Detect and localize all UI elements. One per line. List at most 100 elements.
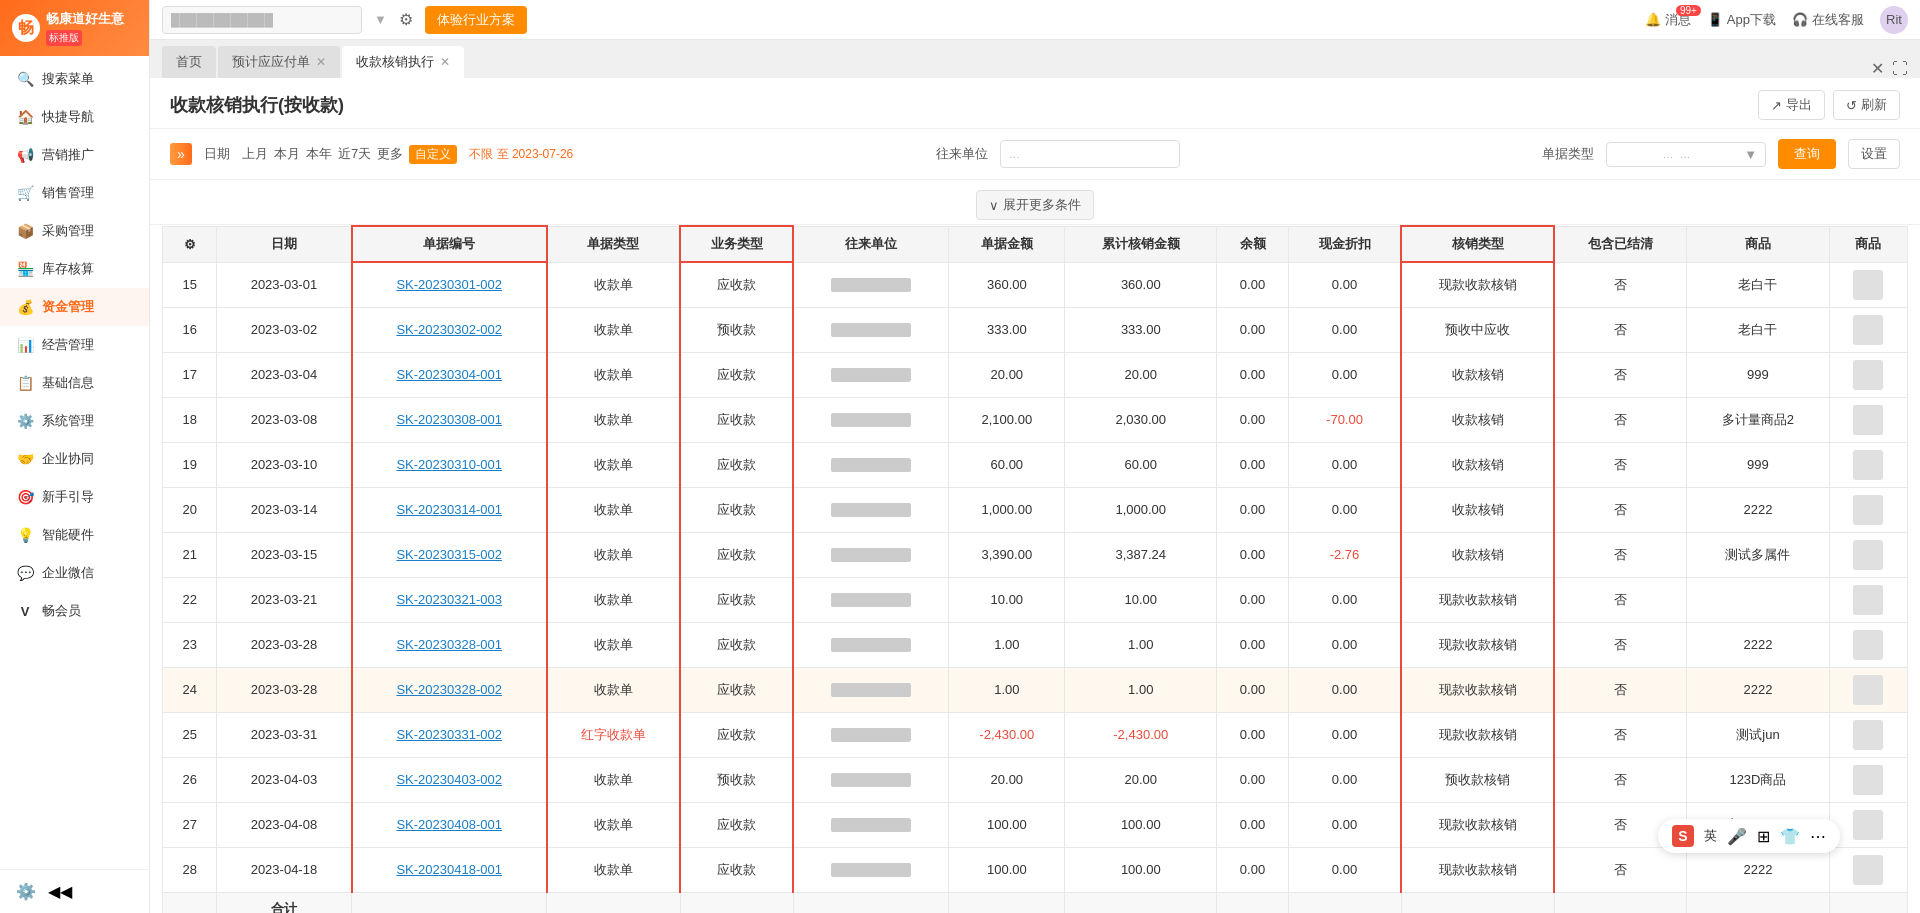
table-row: 252023-03-31SK-20230331-002红字收款单应收款-2,43… bbox=[163, 712, 1908, 757]
sogou-logo: S bbox=[1672, 825, 1694, 847]
refresh-label: 刷新 bbox=[1861, 96, 1887, 114]
tab-close-all-icon[interactable]: ✕ bbox=[1871, 59, 1884, 78]
sidebar: 畅 畅康道好生意 标推版 🔍 搜索菜单 🏠 快捷导航 📢 营销推广 🛒 销售管理… bbox=[0, 0, 150, 913]
col-written-off: 累计核销金额 bbox=[1065, 226, 1217, 262]
sidebar-item-label: 系统管理 bbox=[42, 412, 94, 430]
sidebar-item-hardware[interactable]: 💡 智能硬件 bbox=[0, 516, 149, 554]
col-product2: 商品 bbox=[1829, 226, 1907, 262]
app-download-label: App下载 bbox=[1727, 11, 1776, 29]
info-icon: 📋 bbox=[16, 375, 34, 391]
export-label: 导出 bbox=[1786, 96, 1812, 114]
tab-home[interactable]: 首页 bbox=[162, 46, 216, 78]
sogou-more-icon[interactable]: ⋯ bbox=[1810, 827, 1826, 846]
collapse-icon[interactable]: ◀◀ bbox=[48, 882, 72, 901]
sidebar-item-collab[interactable]: 🤝 企业协同 bbox=[0, 440, 149, 478]
table-row: 202023-03-14SK-20230314-001收款单应收款1,000.0… bbox=[163, 487, 1908, 532]
sidebar-item-label: 快捷导航 bbox=[42, 108, 94, 126]
tab-writeoff-label: 收款核销执行 bbox=[356, 53, 434, 71]
solution-button[interactable]: 体验行业方案 bbox=[425, 6, 527, 34]
sidebar-item-search[interactable]: 🔍 搜索菜单 bbox=[0, 60, 149, 98]
filter-date-this-year[interactable]: 本年 bbox=[306, 145, 332, 163]
phone-icon: 📱 bbox=[1707, 12, 1723, 27]
col-gear[interactable]: ⚙ bbox=[163, 226, 217, 262]
sidebar-item-label: 经营管理 bbox=[42, 336, 94, 354]
col-writeoff-type: 核销类型 bbox=[1401, 226, 1554, 262]
main-content: ████████████ ▼ ⚙ 体验行业方案 🔔 消息 99+ 📱 App下载… bbox=[150, 0, 1920, 913]
filter-expand-button[interactable]: » bbox=[170, 143, 192, 165]
refresh-button[interactable]: ↺ 刷新 bbox=[1833, 90, 1900, 120]
table-summary-row: 合计 bbox=[163, 892, 1908, 913]
col-amount: 单据金额 bbox=[949, 226, 1065, 262]
sidebar-item-system[interactable]: ⚙️ 系统管理 bbox=[0, 402, 149, 440]
tabs-bar: 首页 预计应应付单 ✕ 收款核销执行 ✕ ✕ ⛶ bbox=[150, 40, 1920, 78]
logo-text: 畅康道好生意 标推版 bbox=[46, 10, 124, 46]
page-title: 收款核销执行(按收款) bbox=[170, 93, 344, 117]
filter-doc-type-select[interactable]: …… ▼ bbox=[1606, 142, 1766, 167]
sidebar-item-label: 搜索菜单 bbox=[42, 70, 94, 88]
topbar-right: 🔔 消息 99+ 📱 App下载 🎧 在线客服 Rit bbox=[1645, 6, 1908, 34]
sidebar-item-label: 畅会员 bbox=[42, 602, 81, 620]
tab-expand-icon[interactable]: ⛶ bbox=[1892, 60, 1908, 78]
sidebar-item-sales[interactable]: 🛒 销售管理 bbox=[0, 174, 149, 212]
filter-date-custom-btn[interactable]: 自定义 bbox=[409, 145, 457, 164]
tab-writeoff-close[interactable]: ✕ bbox=[440, 55, 450, 69]
tab-payable-label: 预计应应付单 bbox=[232, 53, 310, 71]
sidebar-item-wechat[interactable]: 💬 企业微信 bbox=[0, 554, 149, 592]
filter-date-last-month[interactable]: 上月 bbox=[242, 145, 268, 163]
table-container: ⚙ 日期 单据编号 单据类型 业务类型 往来单位 单据金额 累计核销金额 余额 … bbox=[150, 225, 1920, 913]
sidebar-item-basic-info[interactable]: 📋 基础信息 bbox=[0, 364, 149, 402]
topbar-search-placeholder: ████████████ bbox=[171, 13, 273, 27]
sidebar-item-member[interactable]: V 畅会员 bbox=[0, 592, 149, 630]
expand-more-button[interactable]: ∨ 展开更多条件 bbox=[976, 190, 1094, 220]
tab-payable-close[interactable]: ✕ bbox=[316, 55, 326, 69]
col-cash-discount: 现金折扣 bbox=[1289, 226, 1402, 262]
online-service-link[interactable]: 🎧 在线客服 bbox=[1792, 11, 1864, 29]
settings-gear-icon[interactable]: ⚙️ bbox=[16, 882, 36, 901]
sidebar-item-guide[interactable]: 🎯 新手引导 bbox=[0, 478, 149, 516]
sidebar-item-finance[interactable]: 💰 资金管理 bbox=[0, 288, 149, 326]
table-row: 232023-03-28SK-20230328-001收款单应收款1.001.0… bbox=[163, 622, 1908, 667]
tab-payable[interactable]: 预计应应付单 ✕ bbox=[218, 46, 340, 78]
col-date: 日期 bbox=[217, 226, 352, 262]
sidebar-item-label: 基础信息 bbox=[42, 374, 94, 392]
system-icon: ⚙️ bbox=[16, 413, 34, 429]
filter-settings-button[interactable]: 设置 bbox=[1848, 139, 1900, 169]
notification-bell[interactable]: 🔔 消息 99+ bbox=[1645, 11, 1691, 29]
filter-date-7days[interactable]: 近7天 bbox=[338, 145, 371, 163]
filter-partner-input[interactable]: … bbox=[1000, 140, 1180, 168]
app-download-link[interactable]: 📱 App下载 bbox=[1707, 11, 1776, 29]
table-row: 212023-03-15SK-20230315-002收款单应收款3,390.0… bbox=[163, 532, 1908, 577]
tab-writeoff[interactable]: 收款核销执行 ✕ bbox=[342, 46, 464, 78]
headset-icon: 🎧 bbox=[1792, 12, 1808, 27]
topbar-gear-icon[interactable]: ⚙ bbox=[399, 10, 413, 29]
finance-icon: 💰 bbox=[16, 299, 34, 315]
user-avatar[interactable]: Rit bbox=[1880, 6, 1908, 34]
sogou-shirt-icon[interactable]: 👕 bbox=[1780, 827, 1800, 846]
query-button[interactable]: 查询 bbox=[1778, 139, 1836, 169]
sogou-mic-icon[interactable]: 🎤 bbox=[1727, 827, 1747, 846]
sidebar-item-label: 资金管理 bbox=[42, 298, 94, 316]
bell-icon: 🔔 bbox=[1645, 12, 1661, 27]
filter-date-more[interactable]: 更多 bbox=[377, 145, 403, 163]
sidebar-item-label: 营销推广 bbox=[42, 146, 94, 164]
sidebar-item-purchase[interactable]: 📦 采购管理 bbox=[0, 212, 149, 250]
sogou-grid-icon[interactable]: ⊞ bbox=[1757, 827, 1770, 846]
topbar-dropdown-icon[interactable]: ▼ bbox=[374, 12, 387, 27]
collab-icon: 🤝 bbox=[16, 451, 34, 467]
sidebar-item-marketing[interactable]: 📢 营销推广 bbox=[0, 136, 149, 174]
filter-date-this-month[interactable]: 本月 bbox=[274, 145, 300, 163]
sidebar-item-label: 企业微信 bbox=[42, 564, 94, 582]
sidebar-item-quicknav[interactable]: 🏠 快捷导航 bbox=[0, 98, 149, 136]
col-balance: 余额 bbox=[1217, 226, 1289, 262]
refresh-icon: ↺ bbox=[1846, 98, 1857, 113]
table-row: 242023-03-28SK-20230328-002收款单应收款1.001.0… bbox=[163, 667, 1908, 712]
sidebar-item-management[interactable]: 📊 经营管理 bbox=[0, 326, 149, 364]
page-header-actions: ↗ 导出 ↺ 刷新 bbox=[1758, 90, 1900, 120]
filter-date-links: 上月 本月 本年 近7天 更多 自定义 bbox=[242, 145, 457, 164]
home-icon: 🏠 bbox=[16, 109, 34, 125]
export-icon: ↗ bbox=[1771, 98, 1782, 113]
table-row: 182023-03-08SK-20230308-001收款单应收款2,100.0… bbox=[163, 397, 1908, 442]
export-button[interactable]: ↗ 导出 bbox=[1758, 90, 1825, 120]
sidebar-item-inventory[interactable]: 🏪 库存核算 bbox=[0, 250, 149, 288]
guide-icon: 🎯 bbox=[16, 489, 34, 505]
